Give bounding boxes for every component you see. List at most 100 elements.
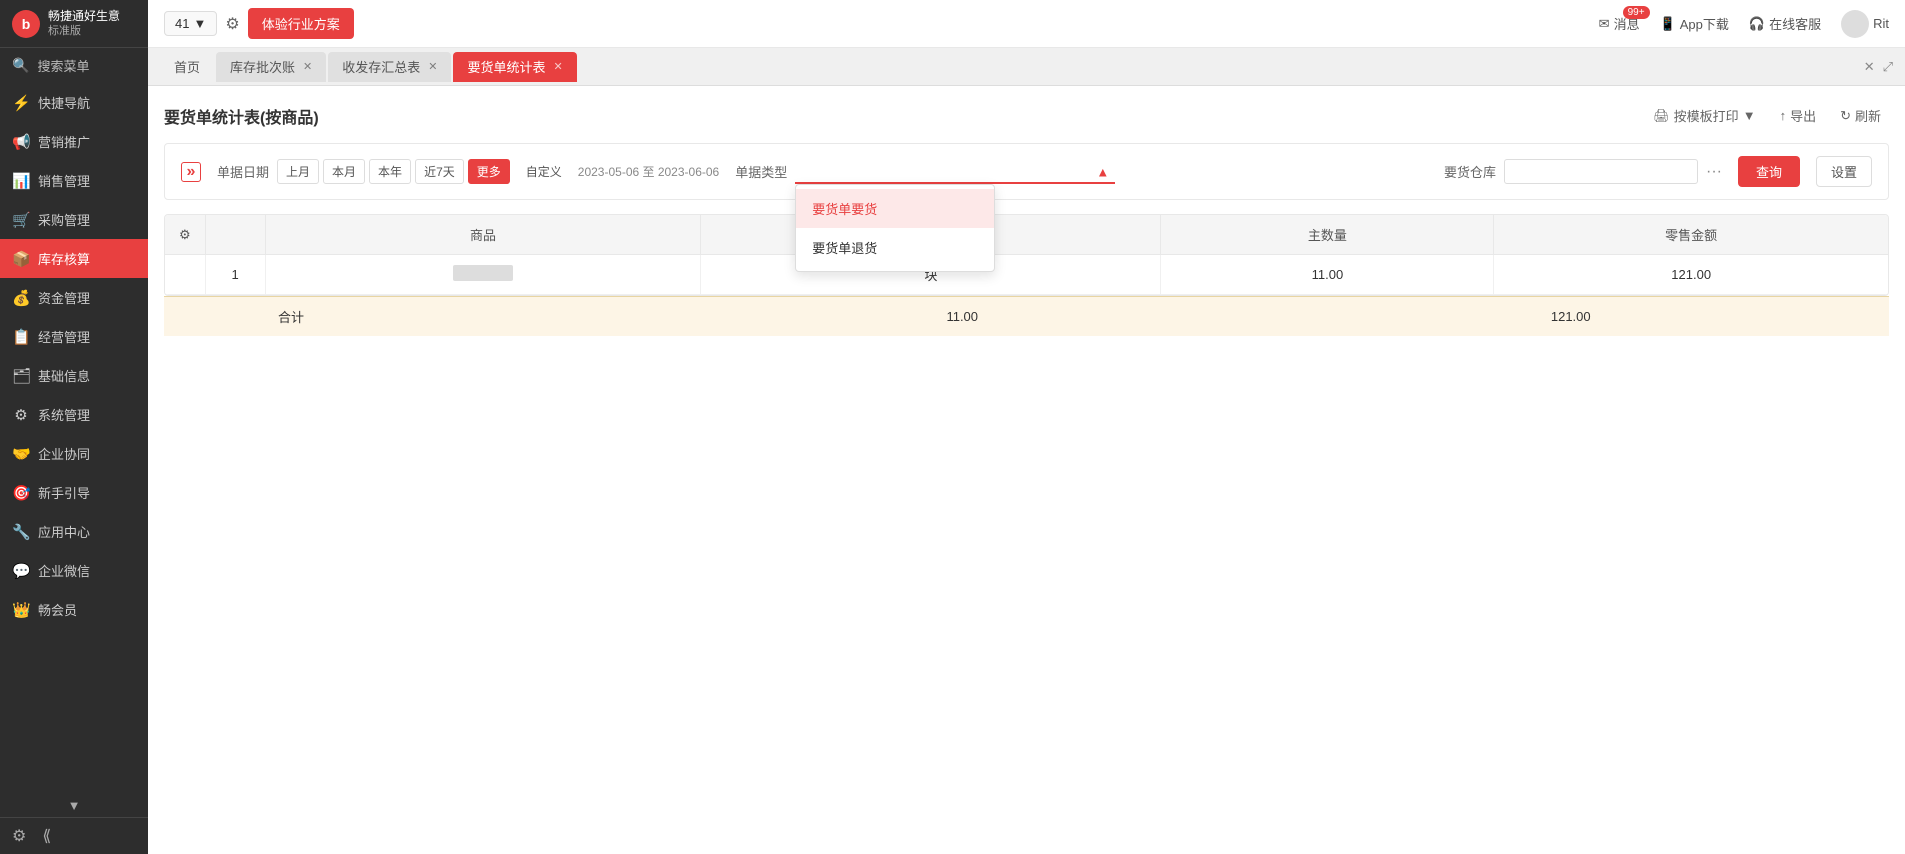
total-row: 合计 11.00 121.00 (164, 296, 1889, 336)
purchase-icon: 🛒 (12, 211, 30, 229)
sidebar-item-enterprise-coop[interactable]: 🤝 企业协同 (0, 434, 148, 473)
enterprise-wechat-icon: 💬 (12, 562, 30, 580)
app-download-item[interactable]: 📱 App下载 (1660, 14, 1729, 33)
print-button[interactable]: 🖨 按模板打印 ▼ (1645, 102, 1763, 129)
enterprise-coop-icon: 🤝 (12, 445, 30, 463)
sidebar-item-app-center[interactable]: 🔧 应用中心 (0, 512, 148, 551)
inventory-icon: 📦 (12, 250, 30, 268)
vip-icon: 👑 (12, 601, 30, 619)
phone-icon: 📱 (1660, 16, 1676, 32)
content-area: 要货单统计表(按商品) 🖨 按模板打印 ▼ ↑ 导出 ↻ 刷新 (148, 86, 1905, 854)
sidebar-item-basic-info[interactable]: 🗂 基础信息 (0, 356, 148, 395)
sidebar-item-operation[interactable]: 📋 经营管理 (0, 317, 148, 356)
col-qty: 主数量 (1161, 215, 1494, 255)
footer-collapse-icon[interactable]: ⟪ (42, 826, 51, 846)
row-amount-cell: 121.00 (1494, 255, 1888, 295)
user-avatar-item[interactable]: Rit (1841, 10, 1889, 38)
page-title-bar: 要货单统计表(按商品) 🖨 按模板打印 ▼ ↑ 导出 ↻ 刷新 (164, 102, 1889, 129)
close-receive-summary-icon[interactable]: ✕ (428, 60, 437, 73)
main-area: 41 ▼ ⚙ 体验行业方案 ✉ 消息 99+ 📱 App下载 🎧 在线客服 R (148, 0, 1905, 854)
sidebar-item-marketing[interactable]: 📢 营销推广 (0, 122, 148, 161)
query-button[interactable]: 查询 (1738, 156, 1800, 187)
store-dropdown[interactable]: 41 ▼ (164, 11, 217, 36)
tab-batch-ledger[interactable]: 库存批次账 ✕ (216, 52, 326, 82)
type-filter-input[interactable] (795, 159, 1115, 184)
row-index-cell: 1 (205, 255, 265, 295)
basic-info-icon: 🗂 (12, 367, 30, 385)
total-qty: 11.00 (658, 309, 1267, 324)
dropdown-arrow-icon: ▼ (193, 16, 206, 31)
messages-item[interactable]: ✉ 消息 99+ (1599, 14, 1640, 33)
type-dropdown-arrow-icon[interactable]: ▲ (1096, 164, 1109, 179)
header-settings-icon[interactable]: ⚙ (225, 14, 239, 34)
type-dropdown-popup: 要货单要货 要货单退货 (795, 184, 995, 272)
sidebar-item-purchase[interactable]: 🛒 采购管理 (0, 200, 148, 239)
close-order-stats-icon[interactable]: ✕ (554, 60, 563, 73)
row-settings-cell (165, 255, 205, 295)
btn-recent7[interactable]: 近7天 (415, 159, 464, 184)
headset-icon: 🎧 (1749, 16, 1765, 32)
export-button[interactable]: ↑ 导出 (1772, 102, 1825, 129)
col-product: 商品 (265, 215, 701, 255)
logo-text: 畅捷通好生意 标准版 (48, 9, 120, 39)
row-qty-cell: 11.00 (1161, 255, 1494, 295)
date-filter-group: 单据日期 上月 本月 本年 近7天 更多 自定义 2023-05-06 至 20… (217, 159, 719, 184)
date-range-display: 2023-05-06 至 2023-06-06 (578, 163, 719, 180)
trial-button[interactable]: 体验行业方案 (248, 8, 354, 39)
tab-home[interactable]: 首页 (160, 52, 214, 82)
messages-icon: ✉ (1599, 16, 1610, 32)
tab-receive-summary[interactable]: 收发存汇总表 ✕ (328, 52, 451, 82)
date-filter-label: 单据日期 (217, 162, 269, 181)
finance-icon: 💰 (12, 289, 30, 307)
row-product-cell (265, 255, 701, 295)
refresh-icon: ↻ (1840, 108, 1851, 124)
tab-expand-icon[interactable]: ⤢ (1883, 59, 1893, 75)
btn-up-month[interactable]: 上月 (277, 159, 319, 184)
filter-expand-btn[interactable]: » (181, 162, 201, 182)
user-avatar (1841, 10, 1869, 38)
export-icon: ↑ (1780, 108, 1787, 123)
sidebar-item-finance[interactable]: 💰 资金管理 (0, 278, 148, 317)
tab-close-all-icon[interactable]: ✕ (1864, 59, 1875, 75)
refresh-button[interactable]: ↻ 刷新 (1832, 102, 1889, 129)
print-icon: 🖨 (1653, 108, 1670, 124)
product-name-placeholder (453, 265, 513, 281)
btn-more[interactable]: 更多 (468, 159, 510, 184)
btn-this-year[interactable]: 本年 (369, 159, 411, 184)
operation-icon: 📋 (12, 328, 30, 346)
top-header: 41 ▼ ⚙ 体验行业方案 ✉ 消息 99+ 📱 App下载 🎧 在线客服 R (148, 0, 1905, 48)
sidebar-item-guide[interactable]: 🎯 新手引导 (0, 473, 148, 512)
sidebar-item-inventory[interactable]: 📦 库存核算 (0, 239, 148, 278)
warehouse-more-icon[interactable]: ··· (1706, 163, 1722, 181)
dropdown-option-purchase-return[interactable]: 要货单退货 (796, 228, 994, 267)
quick-nav-icon: ⚡ (12, 94, 30, 112)
sidebar-item-quick-nav[interactable]: ⚡ 快捷导航 (0, 83, 148, 122)
sidebar-nav: ⚡ 快捷导航 📢 营销推广 📊 销售管理 🛒 采购管理 📦 库存核算 💰 资金管… (0, 83, 148, 794)
settings-button[interactable]: 设置 (1816, 156, 1872, 187)
close-batch-ledger-icon[interactable]: ✕ (303, 60, 312, 73)
header-right: ✉ 消息 99+ 📱 App下载 🎧 在线客服 Rit (1599, 10, 1889, 38)
col-settings[interactable]: ⚙ (165, 215, 205, 255)
tab-order-stats[interactable]: 要货单统计表 ✕ (453, 52, 576, 82)
sidebar-scroll-down[interactable]: ▼ (0, 794, 148, 817)
btn-this-month[interactable]: 本月 (323, 159, 365, 184)
data-table: ⚙ 商品 主计量单位 主数量 零售金额 1 (165, 215, 1888, 295)
sidebar-item-sales[interactable]: 📊 销售管理 (0, 161, 148, 200)
sidebar-footer: ⚙ ⟪ (0, 817, 148, 854)
system-icon: ⚙ (12, 406, 30, 424)
dropdown-option-purchase-order[interactable]: 要货单要货 (796, 189, 994, 228)
sidebar-search[interactable]: 🔍 搜索菜单 (0, 48, 148, 83)
table-row: 1 块 11.00 121.00 (165, 255, 1888, 295)
sidebar-item-system[interactable]: ⚙ 系统管理 (0, 395, 148, 434)
sidebar-item-vip[interactable]: 👑 畅会员 (0, 590, 148, 629)
warehouse-label: 要货仓库 (1444, 162, 1496, 181)
btn-custom[interactable]: 自定义 (518, 160, 570, 183)
warehouse-filter-input[interactable] (1504, 159, 1698, 184)
online-service-item[interactable]: 🎧 在线客服 (1749, 14, 1821, 33)
filter-row: » 单据日期 上月 本月 本年 近7天 更多 自定义 2023-05-06 至 … (181, 156, 1872, 187)
type-input-wrap: ▲ 要货单要货 要货单退货 (795, 159, 1115, 184)
footer-settings-icon[interactable]: ⚙ (12, 826, 26, 846)
warehouse-filter-group: 要货仓库 ··· (1444, 159, 1722, 184)
sidebar-item-enterprise-wechat[interactable]: 💬 企业微信 (0, 551, 148, 590)
sidebar: b 畅捷通好生意 标准版 🔍 搜索菜单 ⚡ 快捷导航 📢 营销推广 📊 销售管理… (0, 0, 148, 854)
